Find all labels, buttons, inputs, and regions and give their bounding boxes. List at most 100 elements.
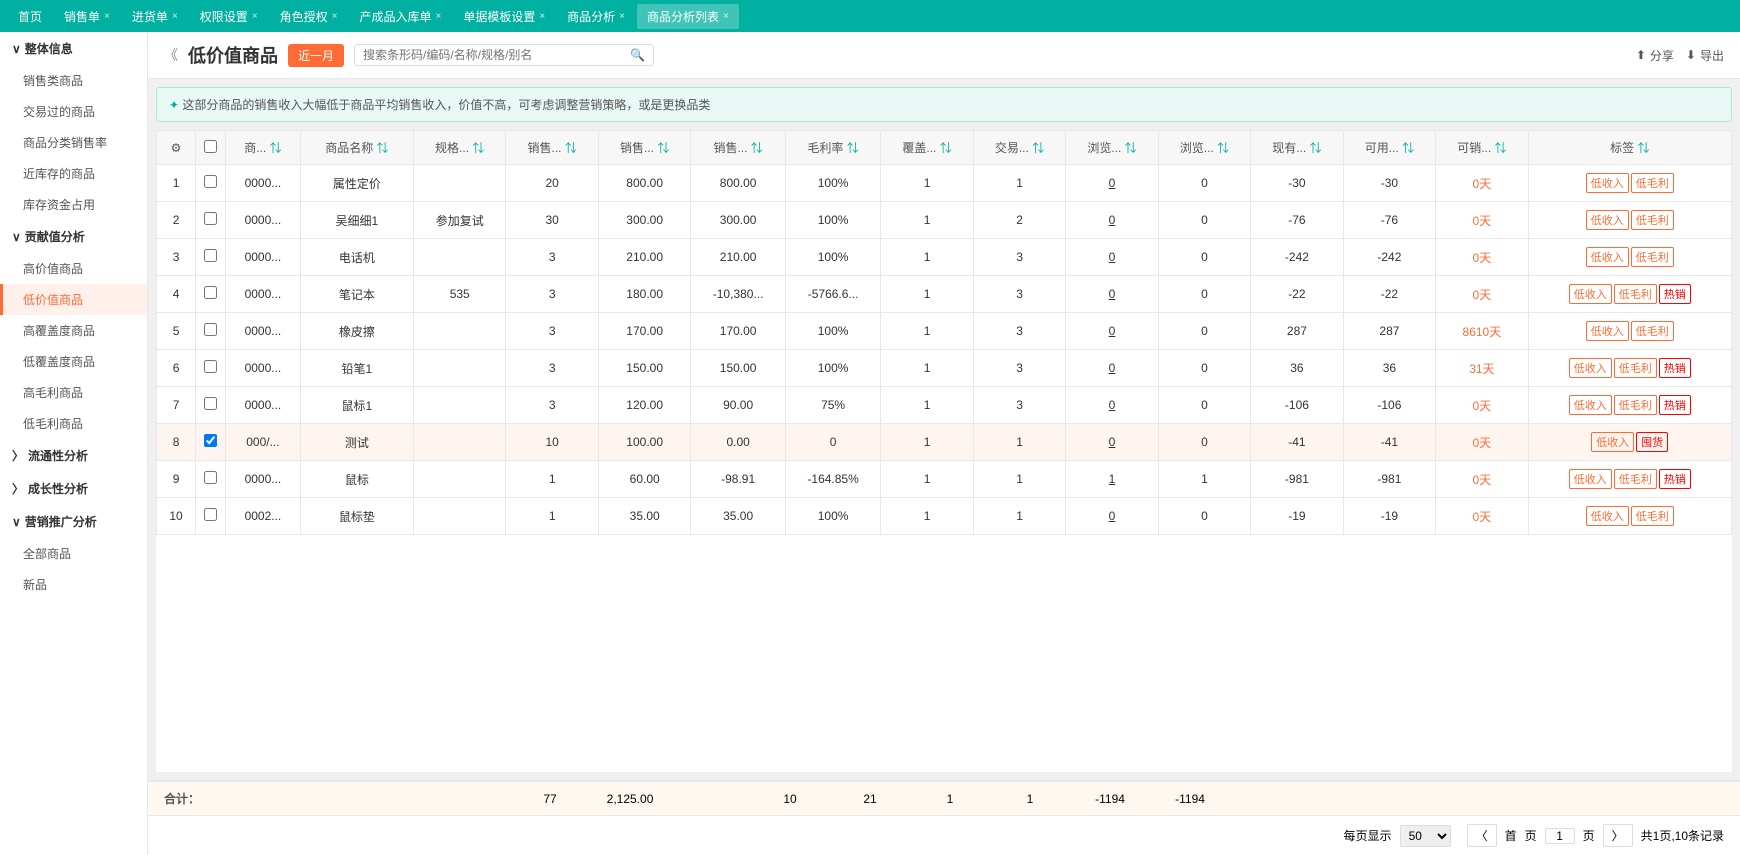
row-checkbox[interactable] — [204, 212, 217, 225]
browse1-link[interactable]: 1 — [1109, 472, 1116, 486]
row-checkbox[interactable] — [204, 323, 217, 336]
sidebar-item-low-value[interactable]: 低价值商品 — [0, 284, 147, 315]
nav-permissions[interactable]: 权限设置 × — [190, 4, 268, 29]
close-icon[interactable]: × — [252, 11, 258, 22]
page-number-input[interactable] — [1545, 828, 1575, 844]
col-checkbox[interactable] — [196, 131, 226, 165]
nav-purchase[interactable]: 进货单 × — [122, 4, 188, 29]
cell-checkbox[interactable] — [196, 165, 226, 202]
cell-browse1[interactable]: 0 — [1066, 313, 1158, 350]
close-icon[interactable]: × — [332, 11, 338, 22]
sidebar-item-all-goods[interactable]: 全部商品 — [0, 538, 147, 569]
row-checkbox[interactable] — [204, 397, 217, 410]
browse1-link[interactable]: 0 — [1109, 250, 1116, 264]
row-checkbox[interactable] — [204, 508, 217, 521]
row-checkbox[interactable] — [204, 249, 217, 262]
close-icon[interactable]: × — [104, 11, 110, 22]
nav-home[interactable]: 首页 — [8, 4, 52, 29]
cell-checkbox[interactable] — [196, 424, 226, 461]
sidebar-group-circulation[interactable]: 〉 流通性分析 — [0, 439, 147, 472]
browse1-link[interactable]: 0 — [1109, 213, 1116, 227]
browse1-link[interactable]: 0 — [1109, 435, 1116, 449]
sidebar-item-category-sales[interactable]: 商品分类销售率 — [0, 127, 147, 158]
cell-checkbox[interactable] — [196, 202, 226, 239]
cell-checkbox[interactable] — [196, 498, 226, 535]
sidebar-group-marketing[interactable]: ∨ 营销推广分析 — [0, 505, 147, 538]
browse1-link[interactable]: 0 — [1109, 361, 1116, 375]
row-checkbox[interactable] — [204, 360, 217, 373]
cell-checkbox[interactable] — [196, 313, 226, 350]
sidebar-group-overall[interactable]: ∨ 整体信息 — [0, 32, 147, 65]
row-checkbox[interactable] — [204, 286, 217, 299]
search-input[interactable] — [363, 48, 630, 62]
row-checkbox[interactable] — [204, 471, 217, 484]
sidebar-item-high-margin[interactable]: 高毛利商品 — [0, 377, 147, 408]
col-id[interactable]: 商... ⇅ — [226, 131, 301, 165]
col-name[interactable]: 商品名称 ⇅ — [300, 131, 413, 165]
col-browse2[interactable]: 浏览... ⇅ — [1158, 131, 1250, 165]
browse1-link[interactable]: 0 — [1109, 324, 1116, 338]
col-coverage[interactable]: 覆盖... ⇅ — [881, 131, 973, 165]
sidebar-collapse-btn[interactable]: 《 — [164, 45, 178, 65]
col-tags[interactable]: 标签 ⇅ — [1528, 131, 1731, 165]
col-available[interactable]: 可用... ⇅ — [1343, 131, 1435, 165]
close-icon[interactable]: × — [172, 11, 178, 22]
close-icon[interactable]: × — [435, 11, 441, 22]
col-sale-qty[interactable]: 销售... ⇅ — [506, 131, 598, 165]
col-browse1[interactable]: 浏览... ⇅ — [1066, 131, 1158, 165]
cell-browse1[interactable]: 1 — [1066, 461, 1158, 498]
share-button[interactable]: ⬆ 分享 — [1636, 47, 1674, 64]
cell-browse1[interactable]: 0 — [1066, 350, 1158, 387]
col-trade[interactable]: 交易... ⇅ — [973, 131, 1065, 165]
browse1-link[interactable]: 0 — [1109, 398, 1116, 412]
next-page-btn[interactable]: 〉 — [1603, 824, 1633, 847]
cell-checkbox[interactable] — [196, 239, 226, 276]
export-button[interactable]: ⬇ 导出 — [1686, 47, 1724, 64]
sidebar-item-high-value[interactable]: 高价值商品 — [0, 253, 147, 284]
cell-checkbox[interactable] — [196, 350, 226, 387]
sidebar-item-sales-goods[interactable]: 销售类商品 — [0, 65, 147, 96]
sidebar-group-growth[interactable]: 〉 成长性分析 — [0, 472, 147, 505]
cell-checkbox[interactable] — [196, 461, 226, 498]
cell-checkbox[interactable] — [196, 276, 226, 313]
nav-sales[interactable]: 销售单 × — [54, 4, 120, 29]
col-margin[interactable]: 毛利率 ⇅ — [785, 131, 880, 165]
col-current[interactable]: 现有... ⇅ — [1251, 131, 1343, 165]
browse1-link[interactable]: 0 — [1109, 509, 1116, 523]
nav-product-entry[interactable]: 产成品入库单 × — [349, 4, 451, 29]
sidebar-item-high-coverage[interactable]: 高覆盖度商品 — [0, 315, 147, 346]
cell-browse1[interactable]: 0 — [1066, 239, 1158, 276]
nav-template-settings[interactable]: 单据模板设置 × — [453, 4, 555, 29]
cell-browse1[interactable]: 0 — [1066, 202, 1158, 239]
select-all-checkbox[interactable] — [204, 140, 217, 153]
close-icon[interactable]: × — [539, 11, 545, 22]
cell-browse1[interactable]: 0 — [1066, 498, 1158, 535]
col-spec[interactable]: 规格... ⇅ — [413, 131, 505, 165]
cell-browse1[interactable]: 0 — [1066, 424, 1158, 461]
period-button[interactable]: 近一月 — [288, 44, 344, 67]
col-sellable[interactable]: 可销... ⇅ — [1436, 131, 1528, 165]
prev-page-btn[interactable]: 〈 — [1467, 824, 1497, 847]
page-size-select[interactable]: 50 100 200 — [1400, 825, 1451, 847]
browse1-link[interactable]: 0 — [1109, 176, 1116, 190]
cell-browse1[interactable]: 0 — [1066, 165, 1158, 202]
col-sale-price[interactable]: 销售... ⇅ — [691, 131, 785, 165]
nav-product-analysis[interactable]: 商品分析 × — [557, 4, 635, 29]
cell-checkbox[interactable] — [196, 387, 226, 424]
cell-browse1[interactable]: 0 — [1066, 276, 1158, 313]
sidebar-item-low-coverage[interactable]: 低覆盖度商品 — [0, 346, 147, 377]
nav-product-analysis-list[interactable]: 商品分析列表 × — [637, 4, 739, 29]
sidebar-item-traded-goods[interactable]: 交易过的商品 — [0, 96, 147, 127]
sidebar-group-contribution[interactable]: ∨ 贡献值分析 — [0, 220, 147, 253]
sidebar-item-stock-capital[interactable]: 库存资金占用 — [0, 189, 147, 220]
col-settings[interactable]: ⚙ — [157, 131, 196, 165]
row-checkbox[interactable] — [204, 434, 217, 447]
sidebar-item-low-margin[interactable]: 低毛利商品 — [0, 408, 147, 439]
sidebar-item-new-goods[interactable]: 新品 — [0, 569, 147, 600]
row-checkbox[interactable] — [204, 175, 217, 188]
close-icon[interactable]: × — [619, 11, 625, 22]
search-icon[interactable]: 🔍 — [630, 48, 645, 62]
col-sale-amount[interactable]: 销售... ⇅ — [598, 131, 690, 165]
cell-browse1[interactable]: 0 — [1066, 387, 1158, 424]
nav-role-auth[interactable]: 角色授权 × — [270, 4, 348, 29]
